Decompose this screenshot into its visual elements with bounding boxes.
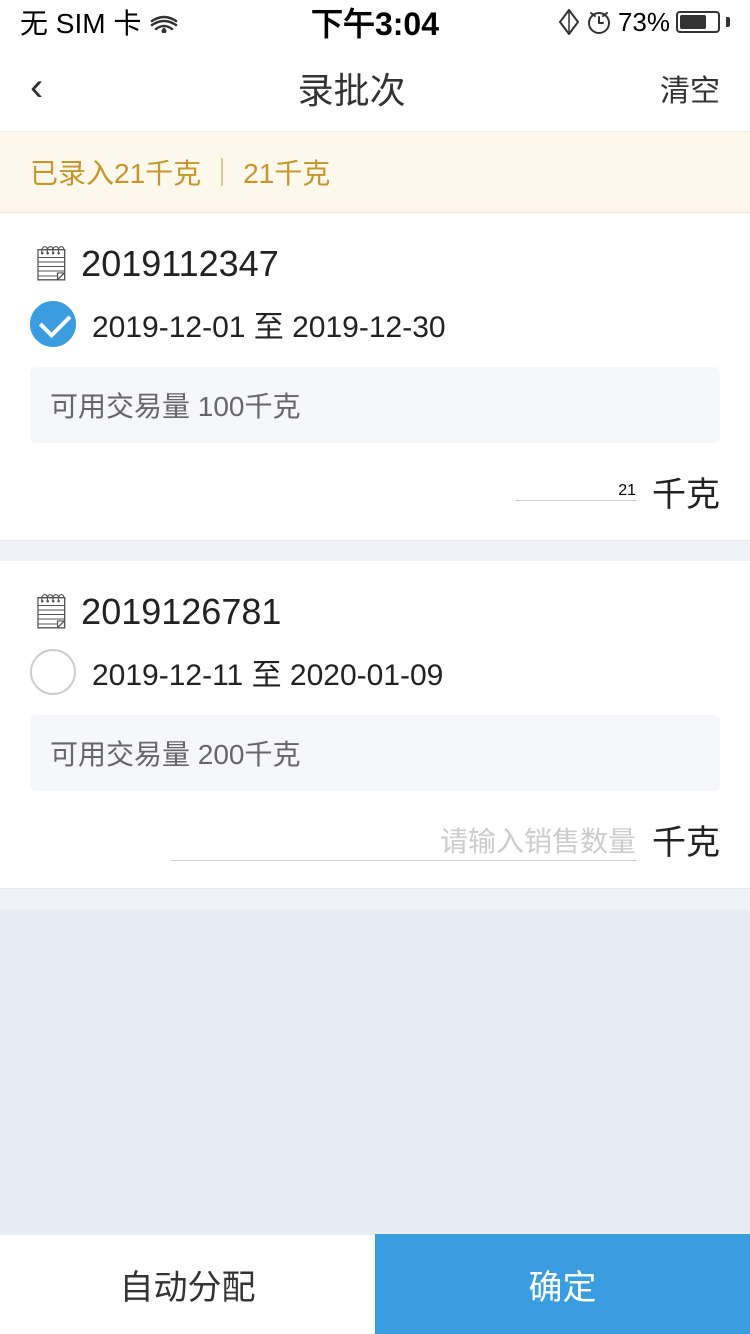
back-button[interactable]: ‹ (30, 65, 43, 110)
battery-percent: 73% (618, 7, 670, 38)
batch-1-unit: 千克 (652, 467, 720, 516)
batch-1-date-row: 2019-12-01 至 2019-12-30 (30, 301, 720, 347)
batch-1-quantity-value: 21 (516, 482, 636, 501)
auto-distribute-button[interactable]: 自动分配 (0, 1234, 375, 1334)
main-content: 🗒 2019112347 2019-12-01 至 2019-12-30 可用交… (0, 213, 750, 1315)
wifi-icon (149, 11, 179, 33)
batch-1-available: 可用交易量 100千克 (30, 367, 720, 443)
info-divider (221, 158, 223, 186)
clear-button[interactable]: 清空 (660, 66, 720, 110)
info-banner: 已录入21千克 21千克 (0, 132, 750, 213)
batch-2-quantity-input[interactable] (171, 818, 636, 861)
batch-2-date-row: 2019-12-11 至 2020-01-09 (30, 649, 720, 695)
batch-2-unit: 千克 (652, 815, 720, 864)
battery-indicator (676, 11, 730, 33)
batch-item-2: 🗒 2019126781 2019-12-11 至 2020-01-09 可用交… (0, 561, 750, 889)
batch-item-1: 🗒 2019112347 2019-12-01 至 2019-12-30 可用交… (0, 213, 750, 541)
status-right: 73% (558, 7, 730, 38)
batch-icon-2: 🗒 (30, 592, 73, 632)
location-icon (558, 9, 580, 35)
batch-2-input-row: 千克 (0, 791, 750, 889)
batch-icon-1: 🗒 (30, 244, 73, 284)
batch-2-header: 🗒 2019126781 (30, 591, 720, 633)
batch-1-header: 🗒 2019112347 (30, 243, 720, 285)
alarm-icon (586, 9, 612, 35)
nav-bar: ‹ 录批次 清空 (0, 44, 750, 132)
batch-1-radio[interactable] (30, 301, 76, 347)
recorded-value: 21千克 (243, 152, 330, 192)
status-bar: 无 SIM 卡 下午3:04 73% (0, 0, 750, 44)
batch-2-available: 可用交易量 200千克 (30, 715, 720, 791)
confirm-button[interactable]: 确定 (375, 1234, 750, 1334)
batch-2-date: 2019-12-11 至 2020-01-09 (92, 650, 443, 694)
page-title: 录批次 (298, 62, 406, 114)
batch-1-quantity-row: 21 千克 (0, 443, 750, 541)
batch-1-number: 2019112347 (81, 243, 279, 285)
batch-2-radio[interactable] (30, 649, 76, 695)
status-left: 无 SIM 卡 (20, 2, 179, 42)
batch-1-date: 2019-12-01 至 2019-12-30 (92, 302, 446, 346)
bottom-bar: 自动分配 确定 (0, 1234, 750, 1334)
recorded-label: 已录入21千克 (30, 152, 201, 192)
carrier-text: 无 SIM 卡 (20, 2, 141, 42)
batch-2-number: 2019126781 (81, 591, 281, 633)
status-time: 下午3:04 (311, 0, 439, 45)
